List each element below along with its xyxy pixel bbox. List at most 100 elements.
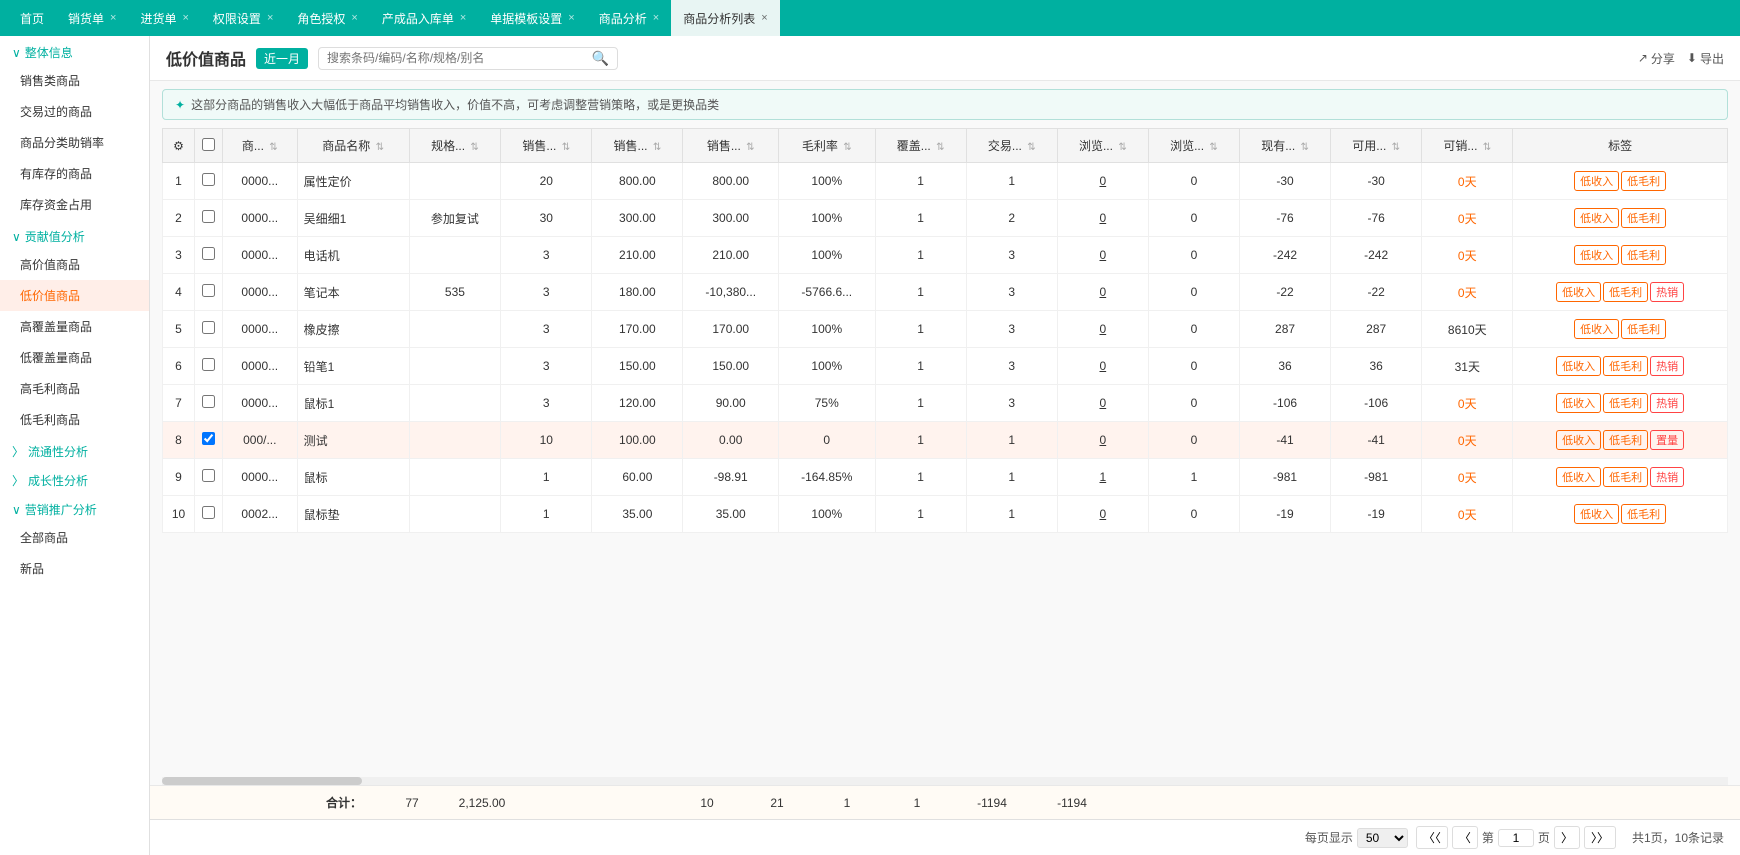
sidebar-item-stock-capital[interactable]: 库存资金占用 — [0, 189, 149, 220]
time-filter-button[interactable]: 近一月 — [256, 48, 308, 69]
row-checkbox[interactable] — [195, 385, 223, 422]
th-code[interactable]: 商... ⇅ — [223, 129, 298, 163]
th-available[interactable]: 可用... ⇅ — [1331, 129, 1422, 163]
nav-purchase-order[interactable]: 进货单 × — [128, 0, 200, 36]
per-page-select[interactable]: 50 100 200 — [1357, 828, 1408, 848]
close-icon[interactable]: × — [761, 12, 767, 24]
row-checkbox[interactable] — [195, 274, 223, 311]
scroll-bar[interactable] — [162, 777, 1728, 785]
row-browse1[interactable]: 0 — [1057, 496, 1148, 533]
next-page-button[interactable]: 〉 — [1554, 826, 1580, 849]
select-all-checkbox[interactable] — [202, 138, 215, 151]
row-browse1[interactable]: 0 — [1057, 385, 1148, 422]
nav-product-analysis[interactable]: 商品分析 × — [587, 0, 671, 36]
row-checkbox[interactable] — [195, 200, 223, 237]
sidebar-section-growth[interactable]: 〉 成长性分析 — [0, 464, 149, 493]
row-browse1[interactable]: 0 — [1057, 274, 1148, 311]
th-current-stock[interactable]: 现有... ⇅ — [1240, 129, 1331, 163]
nav-permissions[interactable]: 权限设置 × — [201, 0, 285, 36]
row-browse1[interactable]: 0 — [1057, 348, 1148, 385]
close-icon[interactable]: × — [267, 12, 273, 24]
row-checkbox[interactable] — [195, 237, 223, 274]
nav-product-analysis-list[interactable]: 商品分析列表 × — [671, 0, 779, 36]
sidebar-item-low-profit[interactable]: 低毛利商品 — [0, 404, 149, 435]
sidebar-section-circulation[interactable]: 〉 流通性分析 — [0, 435, 149, 464]
share-button[interactable]: ↗ 分享 — [1638, 50, 1675, 67]
tag: 低收入 — [1556, 393, 1601, 413]
nav-product-entry[interactable]: 产成品入库单 × — [370, 0, 478, 36]
close-icon[interactable]: × — [460, 12, 466, 24]
th-sales-qty[interactable]: 销售... ⇅ — [501, 129, 592, 163]
th-gross-rate[interactable]: 毛利率 ⇅ — [778, 129, 875, 163]
search-input[interactable] — [327, 51, 592, 65]
sidebar-item-high-coverage[interactable]: 高覆盖量商品 — [0, 311, 149, 342]
nav-role-auth[interactable]: 角色授权 × — [285, 0, 369, 36]
total-available: -1194 — [1032, 796, 1112, 810]
row-checkbox[interactable] — [195, 422, 223, 459]
row-available: -41 — [1331, 422, 1422, 459]
row-browse1[interactable]: 0 — [1057, 163, 1148, 200]
row-spec: 535 — [409, 274, 501, 311]
nav-bill-template[interactable]: 单据模板设置 × — [478, 0, 586, 36]
table-container[interactable]: ⚙ 商... ⇅ 商品名称 ⇅ 规格... ⇅ 销售... ⇅ 销售... ⇅ … — [162, 128, 1728, 777]
th-sales-price[interactable]: 销售... ⇅ — [592, 129, 683, 163]
sidebar-item-low-value[interactable]: 低价值商品 — [0, 280, 149, 311]
close-icon[interactable]: × — [568, 12, 574, 24]
row-code: 0000... — [223, 348, 298, 385]
nav-home[interactable]: 首页 — [8, 0, 56, 36]
page-number-input[interactable] — [1498, 829, 1534, 847]
row-browse1[interactable]: 0 — [1057, 311, 1148, 348]
th-sales-cost[interactable]: 销售... ⇅ — [683, 129, 779, 163]
sidebar-item-sales-products[interactable]: 销售类商品 — [0, 65, 149, 96]
row-checkbox[interactable] — [195, 459, 223, 496]
row-name: 属性定价 — [297, 163, 409, 200]
sidebar-item-category-sales-rate[interactable]: 商品分类助销率 — [0, 127, 149, 158]
page-navigation: 〈〈 〈 第 页 〉 〉〉 — [1416, 826, 1616, 849]
sidebar-section-overall[interactable]: ∨ 整体信息 — [0, 36, 149, 65]
table-row: 5 0000... 橡皮擦 3 170.00 170.00 100% 1 3 0… — [163, 311, 1728, 348]
close-icon[interactable]: × — [110, 12, 116, 24]
sidebar-item-all-products[interactable]: 全部商品 — [0, 522, 149, 553]
row-checkbox[interactable] — [195, 496, 223, 533]
sidebar-item-in-stock[interactable]: 有库存的商品 — [0, 158, 149, 189]
tag: 低毛利 — [1621, 208, 1666, 228]
row-num: 7 — [163, 385, 195, 422]
sidebar-section-contribution[interactable]: ∨ 贡献值分析 — [0, 220, 149, 249]
close-icon[interactable]: × — [653, 12, 659, 24]
sidebar-section-marketing[interactable]: ∨ 营销推广分析 — [0, 493, 149, 522]
sidebar-item-high-value[interactable]: 高价值商品 — [0, 249, 149, 280]
row-checkbox[interactable] — [195, 311, 223, 348]
th-saleable[interactable]: 可销... ⇅ — [1422, 129, 1513, 163]
th-setting[interactable]: ⚙ — [163, 129, 195, 163]
th-coverage[interactable]: 覆盖... ⇅ — [875, 129, 966, 163]
tag: 热销 — [1650, 356, 1684, 376]
th-browse1[interactable]: 浏览... ⇅ — [1057, 129, 1148, 163]
row-browse1[interactable]: 0 — [1057, 200, 1148, 237]
prev-page-button[interactable]: 〈 — [1452, 826, 1478, 849]
sidebar-item-high-profit[interactable]: 高毛利商品 — [0, 373, 149, 404]
export-button[interactable]: ⬇ 导出 — [1687, 50, 1724, 67]
sidebar-item-new-products[interactable]: 新品 — [0, 553, 149, 584]
row-browse1[interactable]: 0 — [1057, 237, 1148, 274]
th-trade[interactable]: 交易... ⇅ — [966, 129, 1057, 163]
tag: 低收入 — [1556, 467, 1601, 487]
row-gross-rate: -5766.6... — [778, 274, 875, 311]
last-page-button[interactable]: 〉〉 — [1584, 826, 1616, 849]
row-num: 4 — [163, 274, 195, 311]
row-checkbox[interactable] — [195, 163, 223, 200]
close-icon[interactable]: × — [182, 12, 188, 24]
close-icon[interactable]: × — [351, 12, 357, 24]
row-checkbox[interactable] — [195, 348, 223, 385]
search-icon[interactable]: 🔍 — [592, 50, 609, 67]
row-browse1[interactable]: 0 — [1057, 422, 1148, 459]
row-browse1[interactable]: 1 — [1057, 459, 1148, 496]
nav-sales-order[interactable]: 销货单 × — [56, 0, 128, 36]
th-spec[interactable]: 规格... ⇅ — [409, 129, 501, 163]
sidebar-item-low-coverage[interactable]: 低覆盖量商品 — [0, 342, 149, 373]
th-checkbox[interactable] — [195, 129, 223, 163]
first-page-button[interactable]: 〈〈 — [1416, 826, 1448, 849]
th-browse2[interactable]: 浏览... ⇅ — [1148, 129, 1239, 163]
sidebar-item-traded-products[interactable]: 交易过的商品 — [0, 96, 149, 127]
scroll-thumb[interactable] — [162, 777, 362, 785]
th-name[interactable]: 商品名称 ⇅ — [297, 129, 409, 163]
